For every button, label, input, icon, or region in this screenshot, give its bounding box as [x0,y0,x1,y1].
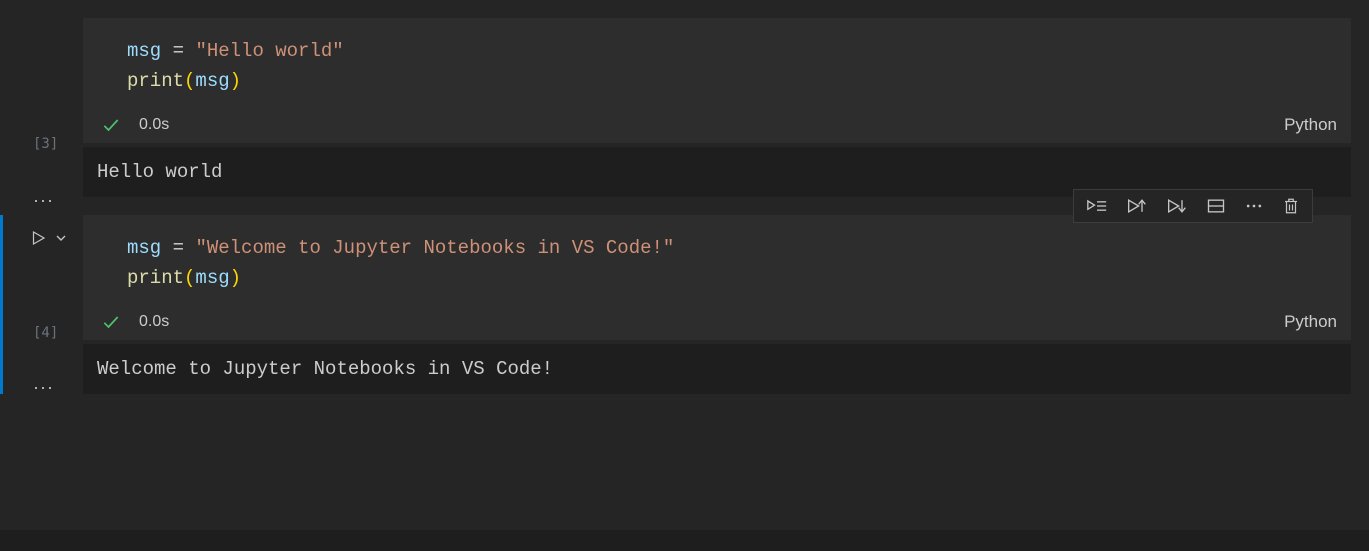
code-token: ) [230,70,241,92]
chevron-down-icon[interactable] [53,230,69,246]
delete-cell-icon[interactable] [1282,196,1300,216]
cell-output: Welcome to Jupyter Notebooks in VS Code! [83,344,1351,394]
cell-toolbar [1073,189,1313,223]
execution-count-label: [3] [33,136,58,152]
cell-gutter: [3] ··· [3,18,83,197]
code-editor[interactable]: msg = "Welcome to Jupyter Notebooks in V… [83,215,1351,306]
bottom-strip [0,530,1369,550]
code-token: ( [184,267,195,289]
code-token: ( [184,70,195,92]
code-token: msg [127,40,161,62]
success-check-icon [101,115,121,135]
run-cell-icon[interactable] [29,229,47,247]
notebook-cell[interactable]: [4] ··· [0,215,1369,394]
execution-count-label: [4] [33,325,58,341]
execution-time-label: 0.0s [139,116,169,134]
code-token: "Welcome to Jupyter Notebooks in VS Code… [195,237,674,259]
cell-status-bar: 0.0s Python [83,109,1351,143]
cell-language-label[interactable]: Python [1284,115,1337,135]
code-token: print [127,267,184,289]
code-token: = [161,40,195,62]
code-token: print [127,70,184,92]
code-token: "Hello world" [195,40,343,62]
execution-time-label: 0.0s [139,313,169,331]
notebook-cell[interactable]: [3] ··· msg = "Hello world" print(msg) 0… [0,18,1369,197]
cell-gutter: [4] ··· [3,215,83,394]
execute-above-cells-icon[interactable] [1126,196,1148,216]
code-token: msg [195,267,229,289]
code-editor[interactable]: msg = "Hello world" print(msg) [83,18,1351,109]
code-token: msg [195,70,229,92]
output-menu-icon[interactable]: ··· [33,377,54,398]
split-cell-icon[interactable] [1206,196,1226,216]
code-token: = [161,237,195,259]
code-token: ) [230,267,241,289]
run-by-line-icon[interactable] [1086,196,1108,216]
cell-content: msg = "Hello world" print(msg) 0.0s Pyth… [83,18,1351,197]
execute-cell-and-below-icon[interactable] [1166,196,1188,216]
code-token: msg [127,237,161,259]
success-check-icon [101,312,121,332]
cell-language-label[interactable]: Python [1284,312,1337,332]
cell-status-bar: 0.0s Python [83,306,1351,340]
output-menu-icon[interactable]: ··· [33,190,54,211]
more-actions-icon[interactable] [1244,196,1264,216]
notebook-editor: [3] ··· msg = "Hello world" print(msg) 0… [0,0,1369,530]
cell-content: msg = "Welcome to Jupyter Notebooks in V… [83,215,1351,394]
